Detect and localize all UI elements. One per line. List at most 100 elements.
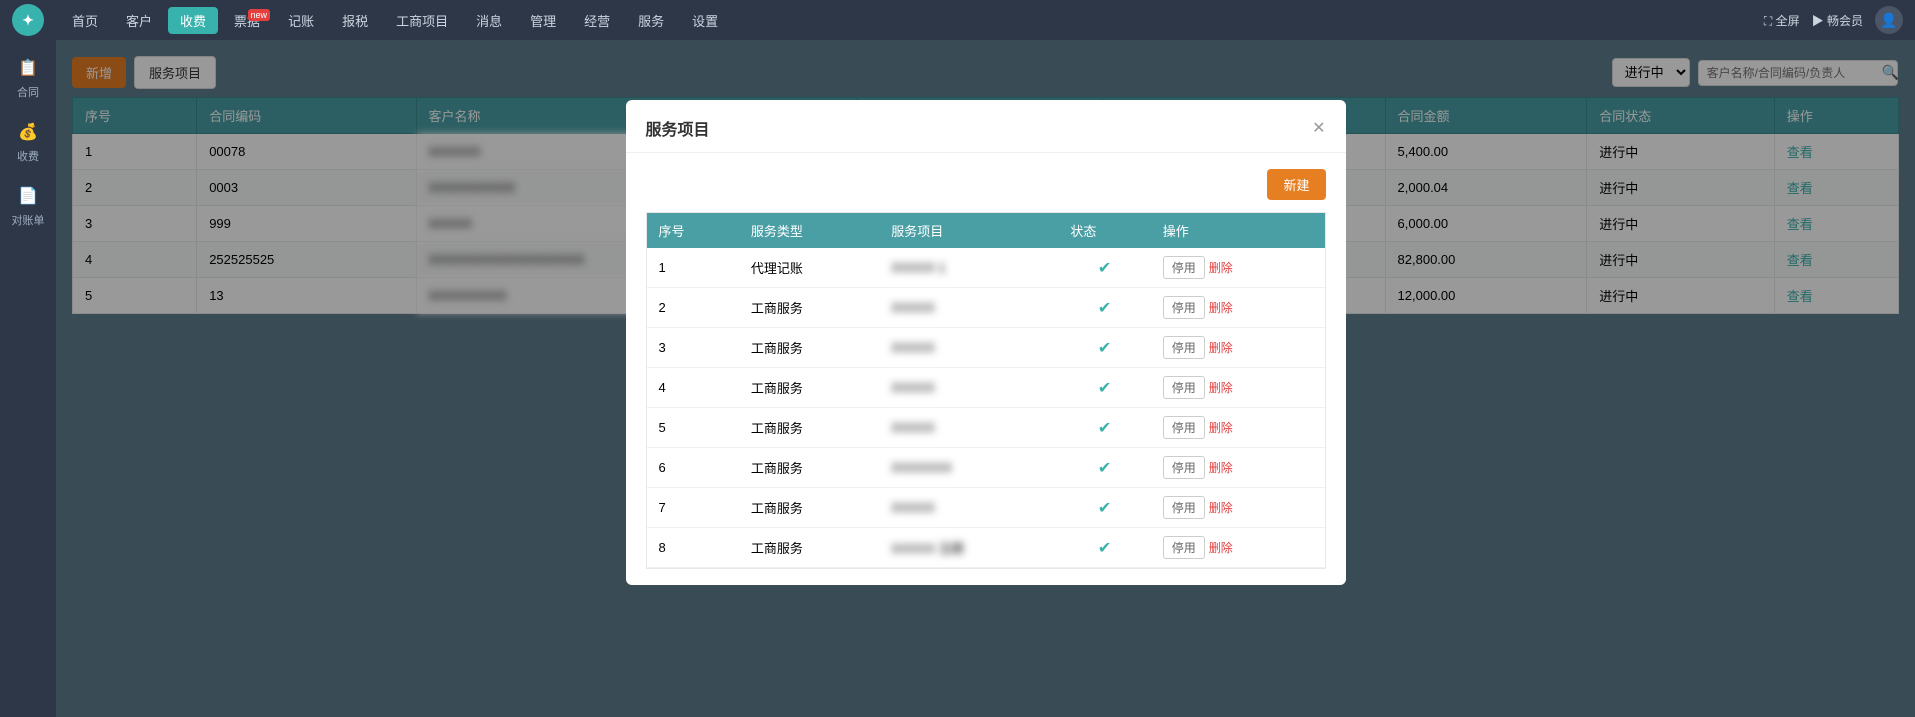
sidebar-label: 收费 [17, 148, 39, 164]
modal-table-body: 1代理记账XXXXX 1✔停用删除2工商服务XXXXX✔停用删除3工商服务XXX… [647, 248, 1325, 568]
modal-status: ✔ [1058, 248, 1150, 288]
modal-status: ✔ [1058, 488, 1150, 528]
modal-table-row: 2工商服务XXXXX✔停用删除 [647, 288, 1325, 328]
modal-service-type: 工商服务 [739, 368, 879, 408]
nav-item-记账[interactable]: 记账 [276, 7, 326, 34]
modal-service-type: 工商服务 [739, 528, 879, 568]
sidebar-label: 对账单 [12, 212, 45, 228]
stop-button[interactable]: 停用 [1163, 536, 1205, 559]
delete-button[interactable]: 删除 [1209, 459, 1233, 476]
modal-op: 停用删除 [1151, 328, 1325, 368]
nav-item-经营[interactable]: 经营 [572, 7, 622, 34]
modal-seq: 7 [647, 488, 739, 528]
status-check-icon: ✔ [1098, 540, 1111, 557]
modal-seq: 1 [647, 248, 739, 288]
modal-service-type: 工商服务 [739, 448, 879, 488]
sidebar-item-合同[interactable]: 📋合同 [3, 48, 53, 108]
nav-item-首页[interactable]: 首页 [60, 7, 110, 34]
modal-service-item: XXXXX [879, 368, 1058, 408]
sidebar-item-对账单[interactable]: 📄对账单 [3, 176, 53, 236]
modal-seq: 4 [647, 368, 739, 408]
nav-item-服务[interactable]: 服务 [626, 7, 676, 34]
nav-item-工商项目[interactable]: 工商项目 [384, 7, 460, 34]
sidebar-item-收费[interactable]: 💰 收费 [3, 112, 53, 172]
delete-button[interactable]: 删除 [1209, 499, 1233, 516]
modal-table-row: 4工商服务XXXXX ✔ 停用删除 [647, 368, 1325, 408]
modal-status: ✔ [1058, 448, 1150, 488]
nav-item-管理[interactable]: 管理 [518, 7, 568, 34]
stop-button[interactable]: 停用 [1163, 296, 1205, 319]
modal-status: ✔ [1058, 288, 1150, 328]
modal-op: 停用删除 [1151, 448, 1325, 488]
user-avatar[interactable]: 👤 [1875, 6, 1903, 34]
stop-button[interactable]: 停用 [1163, 456, 1205, 479]
modal-col-操作: 操作 [1151, 213, 1325, 248]
main-layout: 📋合同 💰 收费 📄对账单 新增 服务项目 进行中全部已完成已停止 🔍 序号合同编码客… [0, 40, 1915, 717]
delete-button[interactable]: 删除 [1209, 539, 1233, 556]
modal-col-服务类型: 服务类型 [739, 213, 879, 248]
modal-op: 停用删除 [1151, 288, 1325, 328]
modal-service-type: 工商服务 [739, 288, 879, 328]
modal-title: 服务项目 [646, 116, 710, 140]
modal-col-状态: 状态 [1058, 213, 1150, 248]
modal-new-button[interactable]: 新建 [1267, 169, 1325, 200]
modal-seq: 5 [647, 408, 739, 448]
top-navigation: ✦ 首页客户收费票据new记账报税工商项目消息管理经营服务设置 ⛶ 全屏 ▶ 畅… [0, 0, 1915, 40]
modal-service-type: 工商服务 [739, 488, 879, 528]
modal-status: ✔ [1058, 408, 1150, 448]
nav-item-客户[interactable]: 客户 [114, 7, 164, 34]
modal-service-item: XXXXX 1 [879, 248, 1058, 288]
modal-service-type: 工商服务 [739, 328, 879, 368]
modal-service-item: XXXXX [879, 408, 1058, 448]
nav-item-收费[interactable]: 收费 [168, 7, 218, 34]
modal-op: 停用删除 [1151, 528, 1325, 568]
nav-item-报税[interactable]: 报税 [330, 7, 380, 34]
modal-table-row: 1代理记账XXXXX 1✔停用删除 [647, 248, 1325, 288]
modal-service-item: XXXXX [879, 328, 1058, 368]
fullscreen-btn[interactable]: ⛶ 全屏 [1764, 12, 1800, 29]
delete-button[interactable]: 删除 [1209, 419, 1233, 436]
content-area: 新增 服务项目 进行中全部已完成已停止 🔍 序号合同编码客户名称服务项目▲服务期… [56, 40, 1915, 717]
modal-status: ✔ [1058, 368, 1150, 408]
modal-status: ✔ [1058, 528, 1150, 568]
nav-item-票据[interactable]: 票据new [222, 7, 272, 34]
nav-item-设置[interactable]: 设置 [680, 7, 730, 34]
modal-col-序号: 序号 [647, 213, 739, 248]
sidebar-icon: 💰 [16, 120, 40, 144]
modal-scroll-area[interactable]: 序号服务类型服务项目状态操作 1代理记账XXXXX 1✔停用删除2工商服务XXX… [646, 212, 1326, 569]
sidebar: 📋合同 💰 收费 📄对账单 [0, 40, 56, 717]
modal-table-row: 5工商服务XXXXX✔ 停用删除 [647, 408, 1325, 448]
nav-item-消息[interactable]: 消息 [464, 7, 514, 34]
modal-seq: 3 [647, 328, 739, 368]
status-check-icon: ✔ [1098, 380, 1111, 397]
modal-seq: 6 [647, 448, 739, 488]
member-btn[interactable]: ▶ 畅会员 [1812, 12, 1863, 29]
modal-table-row: 6工商服务XXXXXXX✔停用删除 [647, 448, 1325, 488]
stop-button[interactable]: 停用 [1163, 416, 1205, 439]
modal-header-row: 序号服务类型服务项目状态操作 [647, 213, 1325, 248]
service-modal: 服务项目 ✕ 新建 序号服务类型服务项目状态操作 1代理记账XXXXX 1✔停用… [626, 100, 1346, 585]
modal-header: 服务项目 ✕ [626, 100, 1346, 153]
delete-button[interactable]: 删除 [1209, 259, 1233, 276]
stop-button[interactable]: 停用 [1163, 376, 1205, 399]
stop-button[interactable]: 停用 [1163, 496, 1205, 519]
modal-op: 停用删除 [1151, 488, 1325, 528]
service-items-table: 序号服务类型服务项目状态操作 1代理记账XXXXX 1✔停用删除2工商服务XXX… [647, 213, 1325, 568]
modal-body: 新建 序号服务类型服务项目状态操作 1代理记账XXXXX 1✔停用删除2工商服务… [626, 153, 1346, 585]
delete-button[interactable]: 删除 [1209, 379, 1233, 396]
app-logo: ✦ [12, 4, 44, 36]
modal-seq: 8 [647, 528, 739, 568]
modal-close-button[interactable]: ✕ [1312, 118, 1325, 138]
modal-op: 停用删除 [1151, 248, 1325, 288]
stop-button[interactable]: 停用 [1163, 256, 1205, 279]
modal-service-item: XXXXX 注册 [879, 528, 1058, 568]
modal-col-服务项目: 服务项目 [879, 213, 1058, 248]
status-check-icon: ✔ [1098, 300, 1111, 317]
stop-button[interactable]: 停用 [1163, 336, 1205, 359]
delete-button[interactable]: 删除 [1209, 339, 1233, 356]
modal-service-type: 工商服务 [739, 408, 879, 448]
right-actions: ⛶ 全屏 ▶ 畅会员 👤 [1764, 6, 1903, 34]
status-check-icon: ✔ [1098, 340, 1111, 357]
delete-button[interactable]: 删除 [1209, 299, 1233, 316]
modal-service-item: XXXXX [879, 488, 1058, 528]
